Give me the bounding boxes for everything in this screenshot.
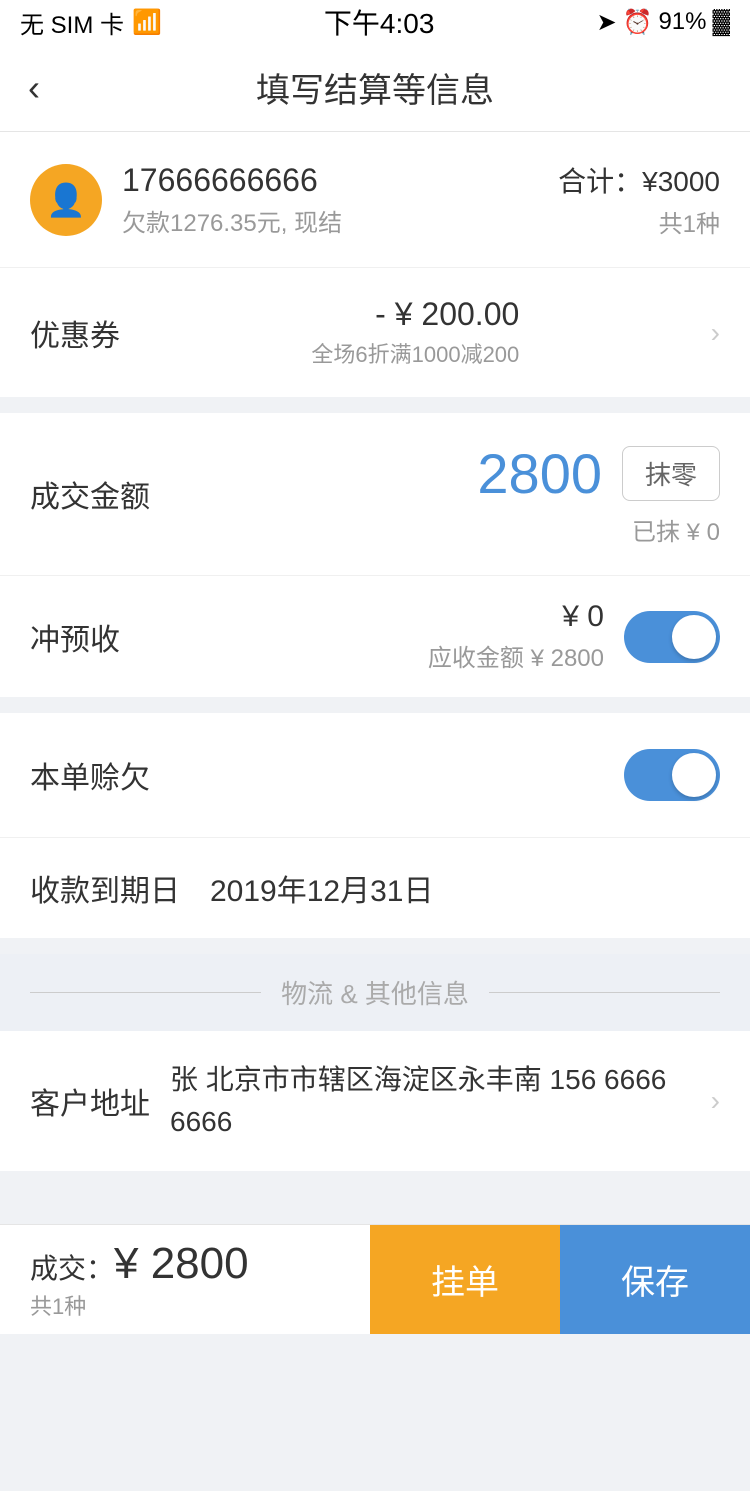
prepay-right: ¥ 0 应收金额 ¥ 2800: [428, 600, 720, 673]
section-divider: 物流 & 其他信息: [0, 954, 750, 1031]
credit-card: 本单赊欠 收款到期日 2019年12月31日: [0, 713, 750, 938]
deal-sub: 已抹 ¥ 0: [632, 512, 720, 547]
coupon-chevron-icon: ›: [711, 317, 720, 349]
prepay-sub: 应收金额 ¥ 2800: [428, 638, 604, 673]
status-left: 无 SIM 卡 📶: [20, 5, 162, 40]
customer-left: 👤 17666666666 欠款1276.35元, 现结: [30, 162, 342, 238]
alarm-icon: ⏰: [623, 8, 653, 37]
round-button[interactable]: 抹零: [622, 446, 720, 501]
prepay-toggle[interactable]: [624, 611, 720, 663]
divider-line-right: [489, 992, 720, 993]
address-value: 张 北京市市辖区海淀区永丰南 156 6666 6666: [170, 1059, 691, 1143]
bottom-deal-count: 共1种: [30, 1289, 340, 1321]
credit-label: 本单赊欠: [30, 753, 150, 797]
total-label: 合计：: [558, 166, 642, 197]
wifi-icon: 📶: [132, 8, 162, 37]
coupon-row[interactable]: 优惠券 - ¥ 200.00 全场6折满1000减200 ›: [0, 267, 750, 397]
credit-toggle-knob: [672, 753, 716, 797]
customer-phone: 17666666666: [122, 162, 342, 199]
coupon-discount: - ¥ 200.00: [311, 296, 519, 333]
page-title: 填写结算等信息: [256, 63, 494, 112]
sim-label: 无 SIM 卡: [20, 5, 124, 40]
deal-label: 成交金额: [30, 472, 150, 516]
customer-info: 17666666666 欠款1276.35元, 现结: [122, 162, 342, 238]
order-count: 共1种: [558, 204, 720, 239]
customer-row: 👤 17666666666 欠款1276.35元, 现结 合计：¥3000 共1…: [0, 132, 750, 267]
duedate-label: 收款到期日: [30, 866, 180, 910]
prepay-amount: ¥ 0: [428, 600, 604, 634]
total-value: ¥3000: [642, 166, 720, 197]
prepay-label: 冲预收: [30, 615, 120, 659]
avatar: 👤: [30, 164, 102, 236]
bottom-deal-row: 成交：¥ 2800: [30, 1239, 340, 1289]
toggle-knob: [672, 615, 716, 659]
battery-percent: 91%: [658, 8, 706, 36]
battery-icon: ▓: [712, 8, 730, 36]
address-label: 客户地址: [30, 1079, 150, 1123]
avatar-icon: 👤: [46, 181, 86, 219]
status-time: 下午4:03: [324, 2, 435, 42]
address-chevron-icon: ›: [711, 1085, 720, 1117]
status-right: ➤ ⏰ 91% ▓: [596, 8, 730, 37]
deal-card: 成交金额 2800 抹零 已抹 ¥ 0 冲预收 ¥ 0 应收金额 ¥ 2800: [0, 413, 750, 697]
credit-row: 本单赊欠: [0, 713, 750, 837]
customer-sub: 欠款1276.35元, 现结: [122, 203, 342, 238]
divider-line-left: [30, 992, 261, 993]
bottom-buttons: 挂单 保存: [370, 1225, 750, 1334]
prepay-amount-wrap: ¥ 0 应收金额 ¥ 2800: [428, 600, 604, 673]
bottom-deal-amount: ¥ 2800: [114, 1239, 249, 1288]
location-icon: ➤: [596, 8, 616, 37]
bottom-deal-prefix: 成交：: [30, 1253, 114, 1284]
customer-card: 👤 17666666666 欠款1276.35元, 现结 合计：¥3000 共1…: [0, 132, 750, 397]
duedate-value: 2019年12月31日: [210, 866, 433, 910]
duedate-row: 收款到期日 2019年12月31日: [0, 837, 750, 938]
deal-amount-row: 成交金额 2800 抹零 已抹 ¥ 0: [0, 413, 750, 575]
deal-right: 2800 抹零: [477, 441, 720, 506]
coupon-right: - ¥ 200.00 全场6折满1000减200: [311, 296, 519, 369]
status-bar: 无 SIM 卡 📶 下午4:03 ➤ ⏰ 91% ▓: [0, 0, 750, 44]
coupon-desc: 全场6折满1000减200: [311, 337, 519, 369]
order-total: 合计：¥3000: [558, 160, 720, 200]
hang-button[interactable]: 挂单: [370, 1225, 560, 1334]
deal-amount: 2800: [477, 441, 602, 506]
back-button[interactable]: ‹: [28, 67, 40, 109]
bottom-summary: 成交：¥ 2800 共1种: [0, 1239, 370, 1321]
divider-text: 物流 & 其他信息: [281, 974, 469, 1011]
customer-right: 合计：¥3000 共1种: [558, 160, 720, 239]
save-button[interactable]: 保存: [560, 1225, 750, 1334]
coupon-label: 优惠券: [30, 311, 120, 355]
nav-bar: ‹ 填写结算等信息: [0, 44, 750, 132]
credit-toggle[interactable]: [624, 749, 720, 801]
bottom-bar: 成交：¥ 2800 共1种 挂单 保存: [0, 1224, 750, 1334]
prepay-row: 冲预收 ¥ 0 应收金额 ¥ 2800: [0, 575, 750, 697]
address-row[interactable]: 客户地址 张 北京市市辖区海淀区永丰南 156 6666 6666 ›: [0, 1031, 750, 1171]
